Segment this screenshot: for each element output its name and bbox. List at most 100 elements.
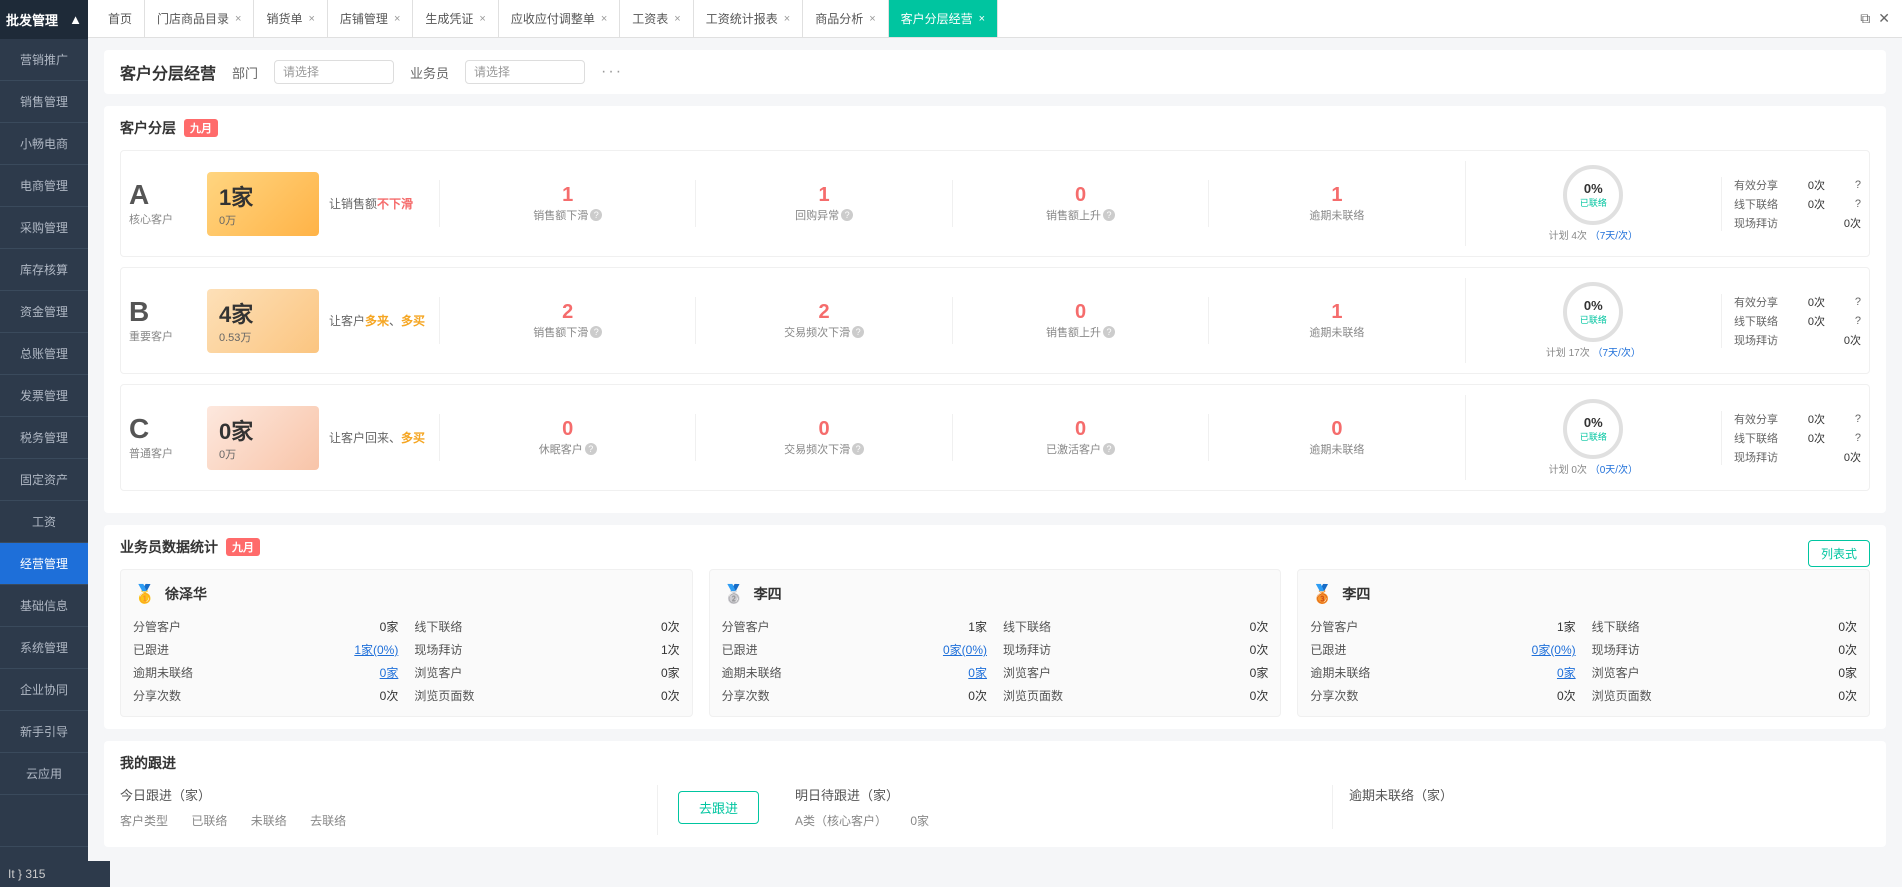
sidebar-item-enterprise[interactable]: 企业协同 — [0, 669, 88, 711]
tab-customer-tier[interactable]: 客户分层经营 × — [889, 0, 998, 38]
sidebar-item-invoice[interactable]: 发票管理 — [0, 375, 88, 417]
tab-store-products[interactable]: 门店商品目录 × — [145, 0, 254, 38]
info-icon[interactable]: ? — [1855, 179, 1861, 191]
info-icon[interactable]: ? — [1103, 209, 1115, 221]
info-icon[interactable]: ? — [1103, 443, 1115, 455]
sidebar-item-ecommerce[interactable]: 电商管理 — [0, 165, 88, 207]
sidebar-item-inventory[interactable]: 库存核算 — [0, 249, 88, 291]
contact-circle-a: 0% 已联络 — [1563, 165, 1623, 225]
info-icon[interactable]: ? — [1855, 432, 1861, 444]
medal-3-icon: 🥉 — [1310, 582, 1334, 606]
more-filter-icon[interactable]: ··· — [601, 63, 623, 81]
tab-restore-icon[interactable]: ⧉ — [1860, 10, 1870, 27]
tab-close-all-icon[interactable]: ✕ — [1878, 10, 1890, 27]
content-area: 客户分层经营 部门 请选择 业务员 请选择 ··· 客户分层 九月 — [88, 38, 1902, 887]
staff-stat-row: 逾期未联络 0家 — [1310, 664, 1575, 681]
tab-close-store-products[interactable]: × — [235, 13, 241, 25]
tab-close-product-analysis[interactable]: × — [869, 13, 875, 25]
tab-voucher[interactable]: 生成凭证 × — [413, 0, 498, 38]
followup-today-col: 今日跟进（家） 客户类型 已联络 未联络 去联络 — [120, 785, 658, 835]
sidebar-collapse-icon[interactable]: ▲ — [69, 12, 82, 27]
sidebar-title: 批发管理 — [6, 10, 58, 29]
info-icon[interactable]: ? — [1855, 413, 1861, 425]
tab-product-analysis[interactable]: 商品分析 × — [803, 0, 888, 38]
metric-c-2: 0 交易频次下滑 ? — [695, 414, 951, 461]
staff-stat-row: 逾期未联络 0家 — [133, 664, 398, 681]
info-icon[interactable]: ? — [1103, 326, 1115, 338]
metric-c-contact: 0% 已联络 计划 0次 （0天/次） — [1465, 395, 1721, 480]
followup-content: 今日跟进（家） 客户类型 已联络 未联络 去联络 去跟进 明日待跟进（家） A类… — [120, 785, 1870, 835]
tab-close-customer-tier[interactable]: × — [979, 13, 985, 25]
tab-close-payroll-report[interactable]: × — [784, 13, 790, 25]
tab-store-mgmt[interactable]: 店铺管理 × — [328, 0, 413, 38]
tier-b-metrics: 2 销售额下滑 ? 2 交易频次下滑 ? 0 销售额上升 ? 1 逾期未联络 — [439, 278, 1721, 363]
info-icon[interactable]: ? — [1855, 296, 1861, 308]
staff-label: 业务员 — [410, 63, 449, 82]
tab-payroll[interactable]: 工资表 × — [620, 0, 693, 38]
staff-stat-row: 分享次数 0次 — [133, 687, 398, 704]
sidebar-item-operations[interactable]: 经营管理 — [0, 543, 88, 585]
followup-section: 我的跟进 今日跟进（家） 客户类型 已联络 未联络 去联络 去跟进 明日待跟进（… — [104, 741, 1886, 847]
sidebar-item-finance[interactable]: 资金管理 — [0, 291, 88, 333]
tier-b-count-box: 4家 0.53万 — [199, 289, 319, 353]
info-icon[interactable]: ? — [852, 326, 864, 338]
staff-stat-row: 分管客户 1家 — [722, 618, 987, 635]
staff-stat-row: 浏览客户 0家 — [1592, 664, 1857, 681]
tab-home[interactable]: 首页 — [96, 0, 145, 38]
sidebar-item-basic[interactable]: 基础信息 — [0, 585, 88, 627]
tab-close-store-mgmt[interactable]: × — [394, 13, 400, 25]
info-icon[interactable]: ? — [841, 209, 853, 221]
customer-month-tag: 九月 — [184, 119, 218, 137]
staff-header-2: 🥈 李四 — [722, 582, 1269, 606]
staff-stat-row: 浏览页面数 0次 — [1592, 687, 1857, 704]
info-icon[interactable]: ? — [585, 443, 597, 455]
staff-stat-row: 浏览客户 0家 — [1003, 664, 1268, 681]
sidebar-item-system[interactable]: 系统管理 — [0, 627, 88, 669]
staff-stat-row: 浏览客户 0家 — [414, 664, 679, 681]
staff-stat-row: 已跟进 0家(0%) — [1310, 641, 1575, 658]
tab-close-receivable[interactable]: × — [601, 13, 607, 25]
metric-a-1: 1 销售额下滑 ? — [439, 180, 695, 227]
sidebar-top[interactable]: 批发管理 ▲ — [0, 0, 88, 39]
tab-payroll-report[interactable]: 工资统计报表 × — [694, 0, 803, 38]
tab-close-voucher[interactable]: × — [479, 13, 485, 25]
staff-stat-row: 分管客户 0家 — [133, 618, 398, 635]
staff-header-3: 🥉 李四 — [1310, 582, 1857, 606]
tab-sales-order[interactable]: 销货单 × — [254, 0, 327, 38]
staff-stat-row: 现场拜访 1次 — [414, 641, 679, 658]
sidebar-item-ledger[interactable]: 总账管理 — [0, 333, 88, 375]
info-icon[interactable]: ? — [590, 209, 602, 221]
sidebar-item-guide[interactable]: 新手引导 — [0, 711, 88, 753]
sidebar-item-cloud[interactable]: 云应用 — [0, 753, 88, 795]
tier-row-c: C 普通客户 0家 0万 让客户回来、多买 0 休眠客户 ? — [120, 384, 1870, 491]
list-view-button[interactable]: 列表式 — [1808, 540, 1870, 567]
tier-b-action: 让客户多来、多买 — [319, 312, 439, 329]
metric-b-1: 2 销售额下滑 ? — [439, 297, 695, 344]
staff-stat-row: 分管客户 1家 — [1310, 618, 1575, 635]
tab-receivable[interactable]: 应收应付调整单 × — [499, 0, 620, 38]
sidebar-item-ecommerce-small[interactable]: 小畅电商 — [0, 123, 88, 165]
dept-select[interactable]: 请选择 — [274, 60, 394, 84]
info-icon[interactable]: ? — [590, 326, 602, 338]
sidebar-item-tax[interactable]: 税务管理 — [0, 417, 88, 459]
sidebar-item-salary[interactable]: 工资 — [0, 501, 88, 543]
tier-c-side-stats: 有效分享 0次 ? 线下联络 0次 ? 现场拜访 0次 — [1721, 411, 1861, 465]
info-icon[interactable]: ? — [852, 443, 864, 455]
info-icon[interactable]: ? — [1855, 315, 1861, 327]
staff-select[interactable]: 请选择 — [465, 60, 585, 84]
sidebar-item-purchase[interactable]: 采购管理 — [0, 207, 88, 249]
sidebar-item-sales[interactable]: 销售管理 — [0, 81, 88, 123]
followup-overdue-col: 逾期未联络（家） — [1333, 785, 1870, 812]
info-icon[interactable]: ? — [1855, 198, 1861, 210]
staff-stats-section: 业务员数据统计 九月 列表式 🥇 徐泽华 分管客户 0家 — [104, 525, 1886, 729]
sidebar: 批发管理 ▲ 营销推广 销售管理 小畅电商 电商管理 采购管理 库存核算 资金管… — [0, 0, 88, 887]
page-header: 客户分层经营 部门 请选择 业务员 请选择 ··· — [104, 50, 1886, 94]
goto-followup-button[interactable]: 去跟进 — [678, 791, 759, 824]
tab-close-sales-order[interactable]: × — [308, 13, 314, 25]
metric-c-1: 0 休眠客户 ? — [439, 414, 695, 461]
tab-close-payroll[interactable]: × — [674, 13, 680, 25]
sidebar-item-marketing[interactable]: 营销推广 — [0, 39, 88, 81]
metric-b-4: 1 逾期未联络 — [1208, 297, 1464, 344]
staff-card-1: 🥇 徐泽华 分管客户 0家 线下联络 0次 已跟进 — [120, 569, 693, 717]
sidebar-item-fixed[interactable]: 固定资产 — [0, 459, 88, 501]
